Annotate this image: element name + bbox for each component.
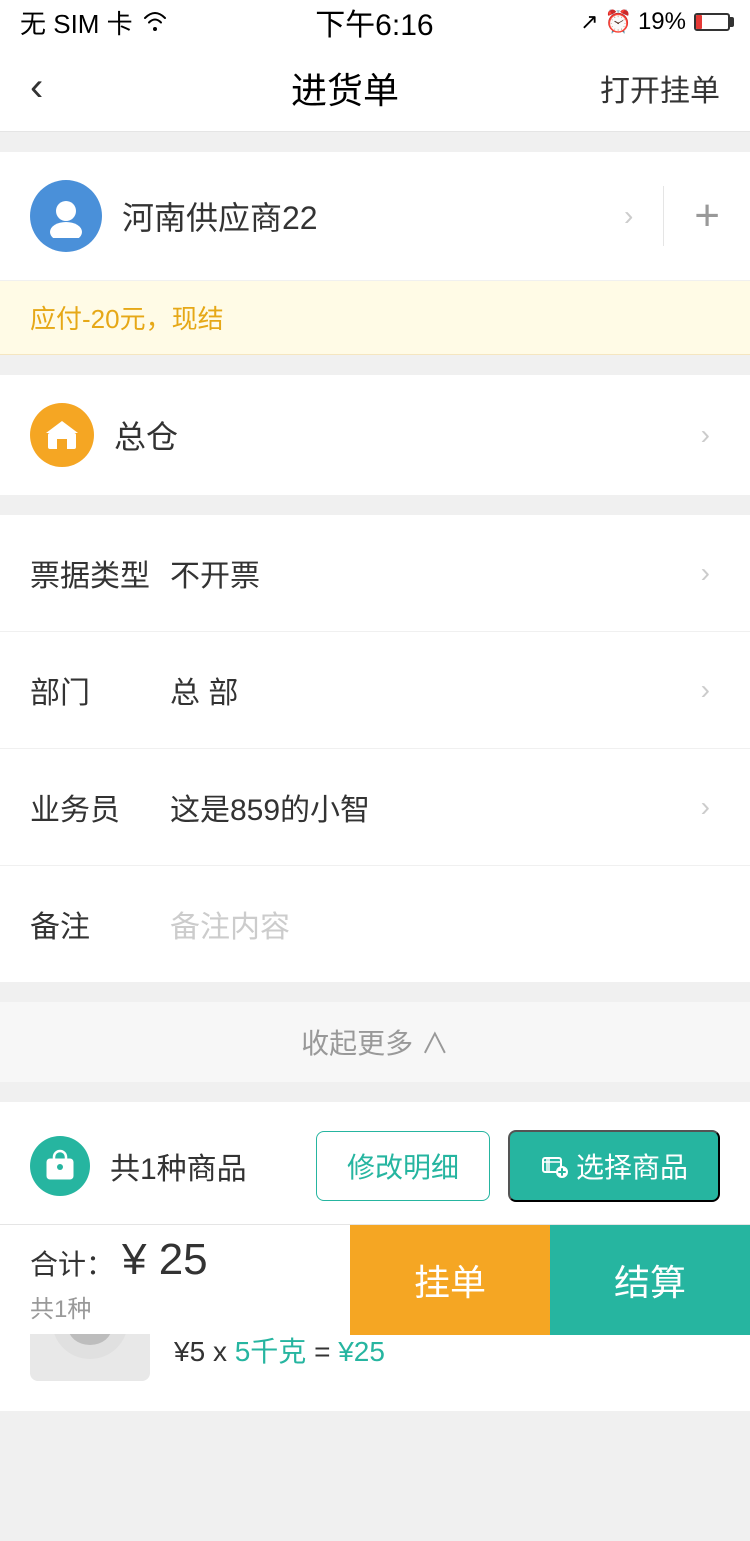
- select-product-button[interactable]: 选择商品: [508, 1130, 720, 1202]
- product-section-icon: [30, 1136, 90, 1196]
- dept-row[interactable]: 部门 总 部 ›: [0, 632, 750, 749]
- warehouse-icon: [30, 403, 94, 467]
- product-price: ¥5 x 5千克 = ¥25: [174, 1330, 668, 1370]
- form-section: 票据类型 不开票 › 部门 总 部 › 业务员 这是859的小智 › 备注 备注…: [0, 515, 750, 982]
- total-row: 合计： ¥ 25: [30, 1235, 320, 1285]
- agent-value: 这是859的小智: [160, 785, 701, 829]
- warehouse-name: 总仓: [114, 412, 701, 458]
- supplier-name: 河南供应商22: [122, 193, 624, 239]
- warehouse-chevron-icon: ›: [701, 419, 710, 451]
- footer-item-count: 共1种: [30, 1289, 320, 1324]
- price-x: x: [213, 1336, 235, 1367]
- location-icon: ↗: [580, 9, 598, 35]
- remark-label: 备注: [30, 902, 160, 946]
- agent-label: 业务员: [30, 785, 160, 829]
- select-product-label: 选择商品: [576, 1146, 688, 1186]
- price-value: ¥5: [174, 1336, 205, 1367]
- divider: [663, 186, 664, 246]
- status-bar: 无 SIM 卡 下午6:16 ↗ ⏰ 19%: [0, 0, 750, 44]
- status-right: ↗ ⏰ 19%: [580, 8, 730, 36]
- open-pending-button[interactable]: 打开挂单: [600, 66, 720, 110]
- supplier-section: 河南供应商22 › + 应付-20元，现结: [0, 152, 750, 355]
- collapse-bar[interactable]: 收起更多 ∧: [0, 1002, 750, 1082]
- total-value: ¥25: [338, 1336, 385, 1367]
- invoice-value: 不开票: [160, 551, 701, 595]
- pending-button[interactable]: 挂单: [350, 1225, 550, 1335]
- product-header: 共1种商品 修改明细 选择商品: [0, 1102, 750, 1231]
- battery-icon: [694, 13, 730, 31]
- invoice-label: 票据类型: [30, 551, 160, 595]
- qty-value: 5千克: [235, 1336, 307, 1367]
- edit-detail-button[interactable]: 修改明细: [316, 1131, 490, 1201]
- status-time: 下午6:16: [315, 0, 433, 44]
- supplier-chevron-icon: ›: [624, 200, 633, 232]
- status-left: 无 SIM 卡: [20, 4, 169, 41]
- dept-label: 部门: [30, 668, 160, 712]
- remark-row[interactable]: 备注 备注内容: [0, 866, 750, 982]
- product-count-label: 共1种商品: [110, 1144, 316, 1188]
- agent-row[interactable]: 业务员 这是859的小智 ›: [0, 749, 750, 866]
- settle-button[interactable]: 结算: [550, 1225, 750, 1335]
- invoice-row[interactable]: 票据类型 不开票 ›: [0, 515, 750, 632]
- supplier-row[interactable]: 河南供应商22 › +: [0, 152, 750, 281]
- invoice-chevron-icon: ›: [701, 557, 710, 589]
- dept-value: 总 部: [160, 668, 701, 712]
- collapse-label: 收起更多 ∧: [301, 1022, 449, 1062]
- agent-chevron-icon: ›: [701, 791, 710, 823]
- price-eq: =: [314, 1336, 338, 1367]
- sep-1: [0, 132, 750, 152]
- back-button[interactable]: ‹: [30, 65, 90, 110]
- alarm-icon: ⏰: [605, 9, 632, 35]
- footer: 合计： ¥ 25 共1种 挂单 结算: [0, 1224, 750, 1334]
- dept-chevron-icon: ›: [701, 674, 710, 706]
- carrier-label: 无 SIM 卡: [20, 4, 133, 41]
- battery-label: 19%: [638, 8, 686, 36]
- wifi-icon: [141, 7, 169, 38]
- page-title: 进货单: [291, 62, 399, 114]
- remark-input[interactable]: 备注内容: [160, 902, 720, 946]
- footer-total: 合计： ¥ 25 共1种: [0, 1235, 350, 1324]
- add-button[interactable]: +: [694, 191, 720, 241]
- supplier-avatar: [30, 180, 102, 252]
- info-banner: 应付-20元，现结: [0, 281, 750, 355]
- nav-bar: ‹ 进货单 打开挂单: [0, 44, 750, 132]
- footer-spacer: [0, 1411, 750, 1541]
- total-amount: ¥ 25: [122, 1235, 208, 1285]
- warehouse-section: 总仓 ›: [0, 375, 750, 495]
- warehouse-row[interactable]: 总仓 ›: [0, 375, 750, 495]
- total-label: 合计：: [30, 1243, 114, 1283]
